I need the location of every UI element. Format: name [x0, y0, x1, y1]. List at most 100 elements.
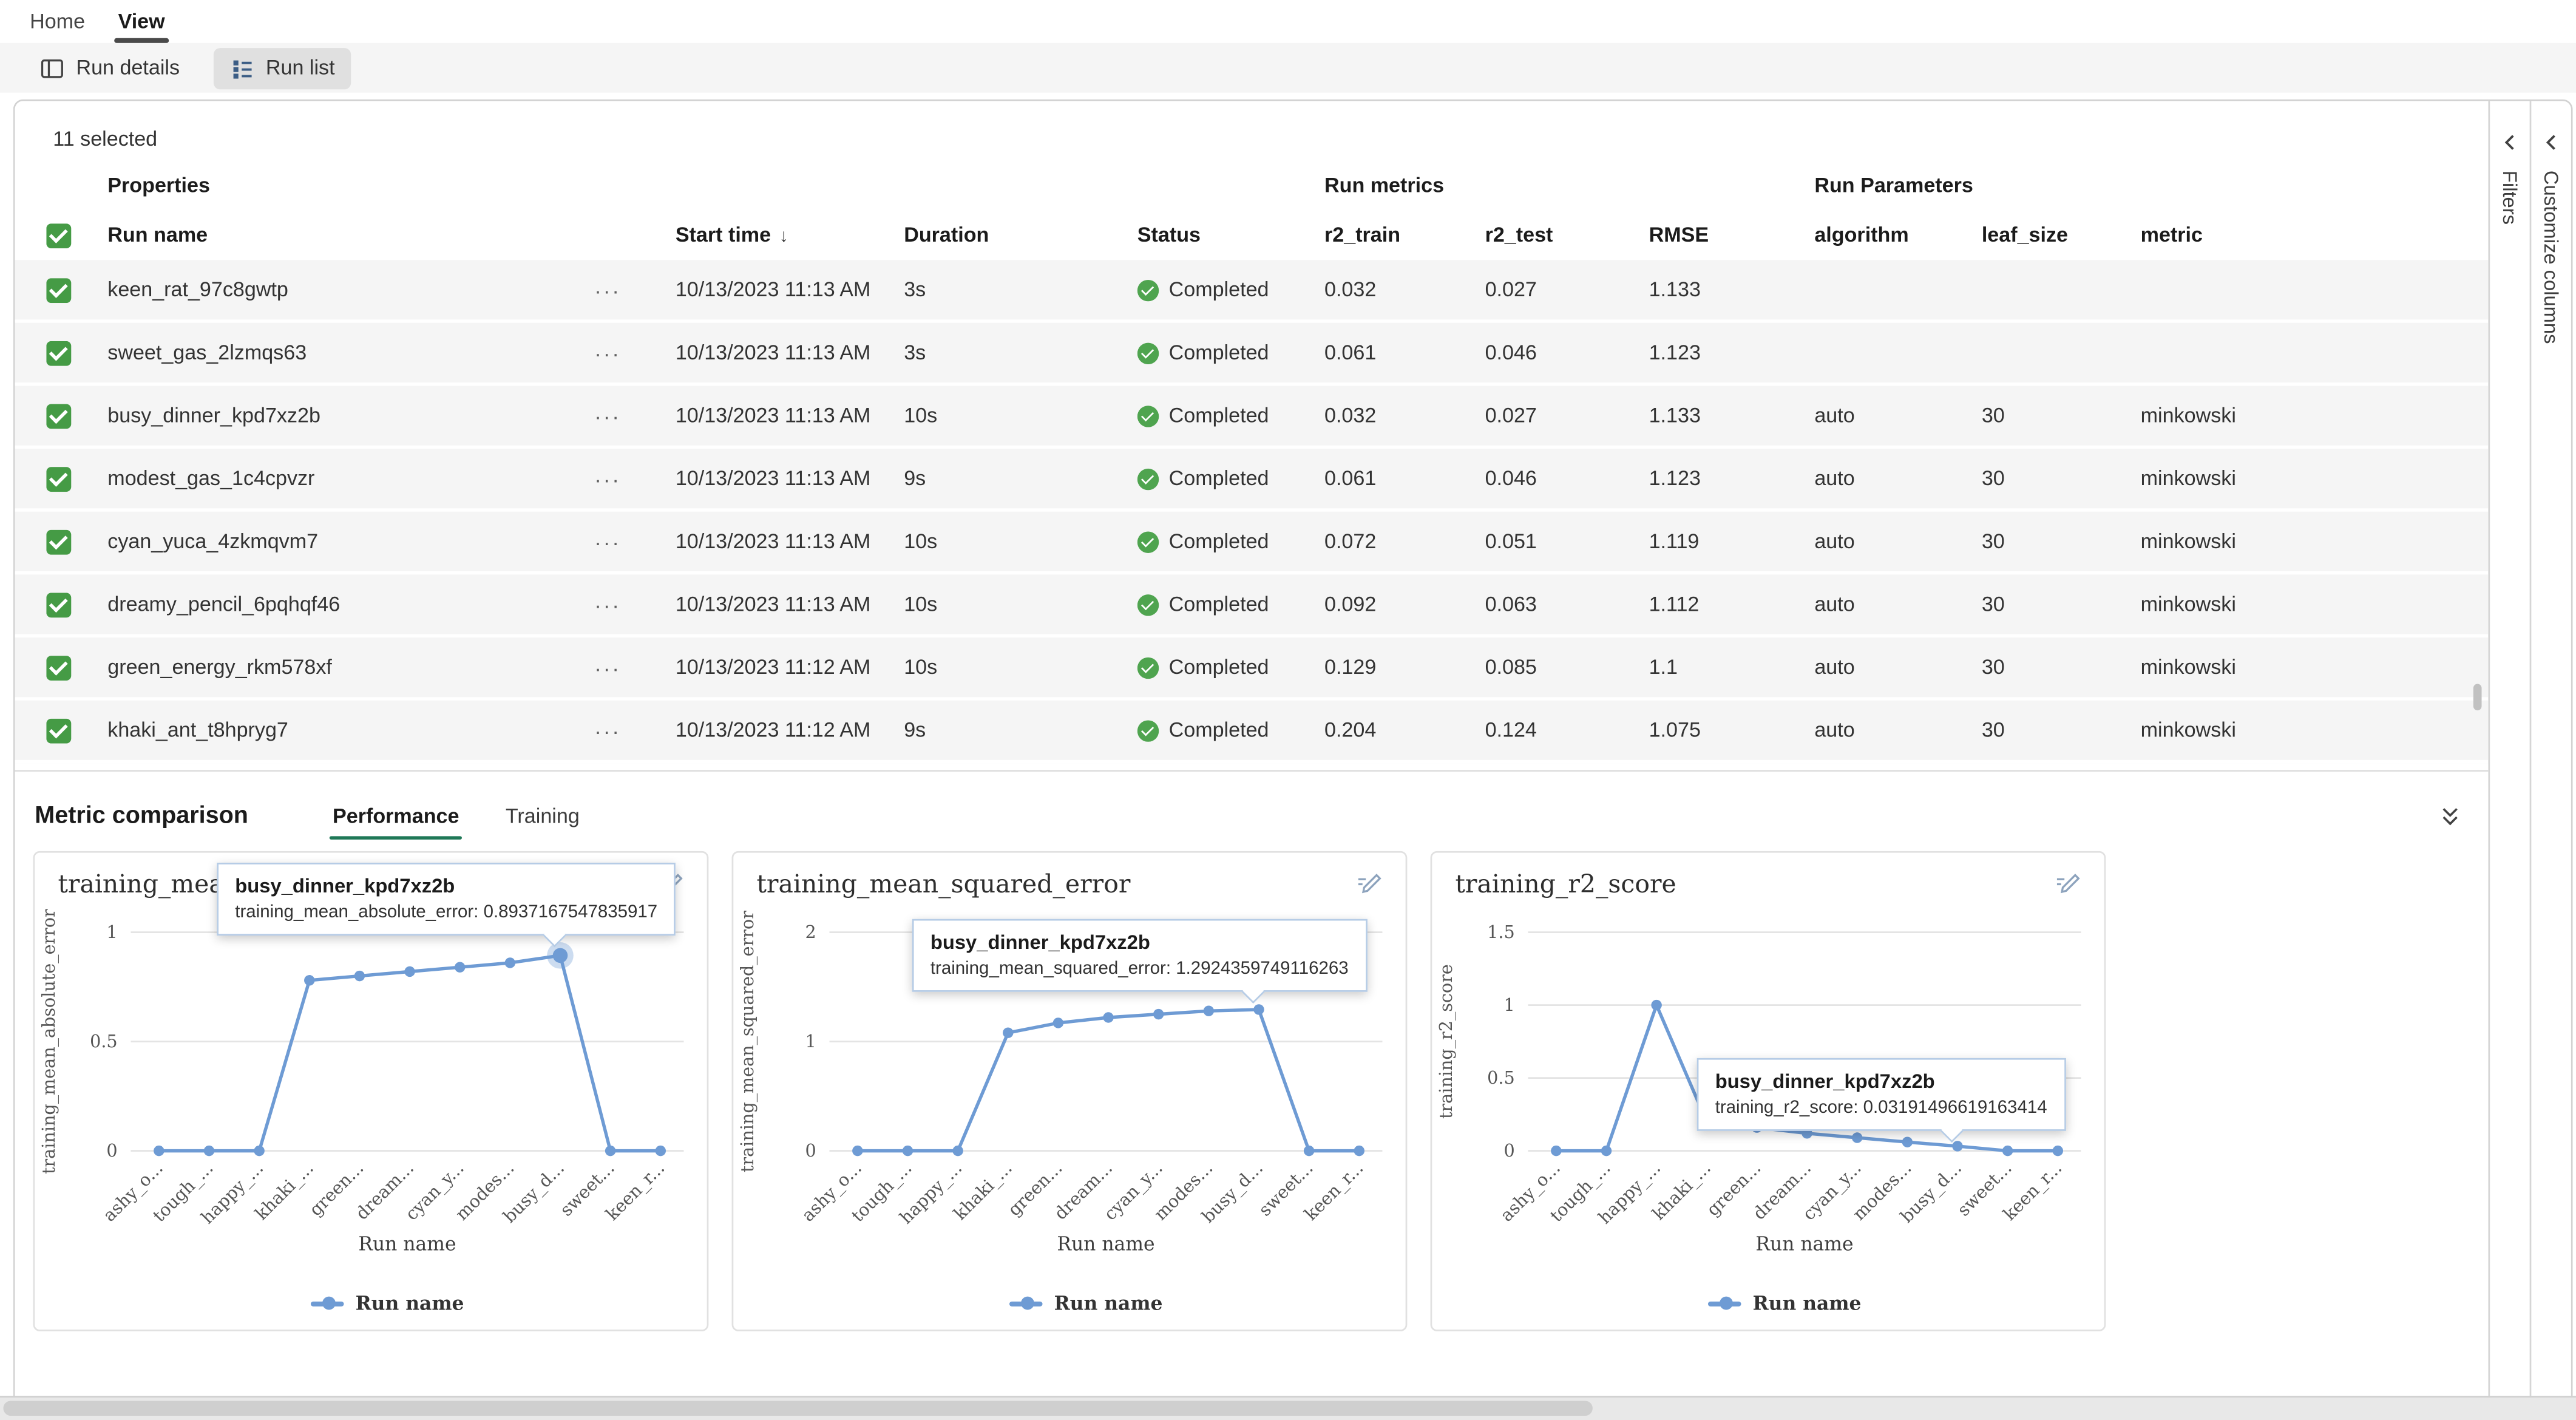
customize-columns-panel[interactable]: Customize columns [2530, 101, 2571, 1398]
start-time-cell: 10/13/2023 11:13 AM [676, 341, 904, 364]
col-r2-train[interactable]: r2_train [1324, 223, 1485, 246]
table-row[interactable]: busy_dinner_kpd7xz2b ··· 10/13/2023 11:1… [15, 386, 2489, 449]
tab-home[interactable]: Home [13, 0, 101, 43]
run-details-button[interactable]: Run details [23, 47, 196, 89]
run-name-cell[interactable]: sweet_gas_2lzmqs63 [107, 341, 594, 364]
status-label: Completed [1169, 278, 1269, 301]
r2-train-cell: 0.072 [1324, 530, 1485, 553]
col-status[interactable]: Status [1137, 223, 1324, 246]
svg-text:training_mean_absolute_error: training_mean_absolute_error [38, 909, 59, 1174]
row-checkbox[interactable] [46, 341, 71, 365]
top-tab-bar: Home View [0, 0, 2576, 43]
view-toolbar: Run details Run list [0, 43, 2576, 93]
start-time-cell: 10/13/2023 11:12 AM [676, 719, 904, 742]
metric-cell: minkowski [2141, 404, 2489, 427]
r2-test-cell: 0.124 [1485, 719, 1649, 742]
edit-chart-icon[interactable] [2055, 869, 2084, 904]
run-name-cell[interactable]: busy_dinner_kpd7xz2b [107, 404, 594, 427]
row-checkbox[interactable] [46, 277, 71, 302]
run-name-cell[interactable]: modest_gas_1c4cpvzr [107, 467, 594, 490]
run-name-cell[interactable]: dreamy_pencil_6pqhqf46 [107, 593, 594, 616]
col-run-name[interactable]: Run name [107, 223, 594, 246]
tooltip-run-name: busy_dinner_kpd7xz2b [1715, 1070, 2047, 1093]
row-checkbox[interactable] [46, 529, 71, 554]
column-group-header-row: Properties Run metrics Run Parameters [15, 174, 2489, 203]
svg-text:1: 1 [106, 922, 117, 942]
row-more-button[interactable]: ··· [594, 277, 676, 302]
rmse-cell: 1.075 [1649, 719, 1815, 742]
col-metric[interactable]: metric [2141, 223, 2489, 246]
status-cell: Completed [1137, 341, 1324, 364]
legend-line-marker-icon [311, 1300, 344, 1305]
edit-chart-icon[interactable] [1356, 869, 1386, 904]
run-list-button[interactable]: Run list [213, 47, 351, 89]
col-duration[interactable]: Duration [904, 223, 1137, 246]
tab-training[interactable]: Training [490, 795, 594, 838]
metric-cell: minkowski [2141, 719, 2489, 742]
row-more-button[interactable]: ··· [594, 718, 676, 742]
col-rmse[interactable]: RMSE [1649, 223, 1815, 246]
row-more-button[interactable]: ··· [594, 341, 676, 365]
table-row[interactable]: modest_gas_1c4cpvzr ··· 10/13/2023 11:13… [15, 449, 2489, 512]
svg-text:Run name: Run name [1755, 1233, 1853, 1255]
svg-text:0: 0 [805, 1140, 816, 1161]
filters-panel[interactable]: Filters [2488, 101, 2529, 1398]
table-row[interactable]: sweet_gas_2lzmqs63 ··· 10/13/2023 11:13 … [15, 323, 2489, 386]
row-checkbox[interactable] [46, 466, 71, 491]
tab-performance[interactable]: Performance [317, 795, 474, 838]
chart-legend[interactable]: Run name [1708, 1291, 1862, 1314]
col-algorithm[interactable]: algorithm [1814, 223, 1981, 246]
table-row[interactable]: dreamy_pencil_6pqhqf46 ··· 10/13/2023 11… [15, 574, 2489, 637]
col-r2-test[interactable]: r2_test [1485, 223, 1649, 246]
table-row[interactable]: cyan_yuca_4zkmqvm7 ··· 10/13/2023 11:13 … [15, 512, 2489, 575]
table-row[interactable]: khaki_ant_t8hpryg7 ··· 10/13/2023 11:12 … [15, 701, 2489, 764]
run-name-cell[interactable]: green_energy_rkm578xf [107, 656, 594, 679]
table-header-row: Run name Start time↓ Duration Status r2_… [15, 210, 2489, 260]
svg-text:Run name: Run name [358, 1233, 456, 1255]
status-label: Completed [1169, 719, 1269, 742]
legend-label: Run name [1753, 1291, 1862, 1314]
row-more-button[interactable]: ··· [594, 592, 676, 617]
run-name-cell[interactable]: cyan_yuca_4zkmqvm7 [107, 530, 594, 553]
svg-text:0.5: 0.5 [1487, 1067, 1515, 1088]
algorithm-cell: auto [1814, 404, 1981, 427]
table-row[interactable]: green_energy_rkm578xf ··· 10/13/2023 11:… [15, 637, 2489, 701]
duration-cell: 10s [904, 656, 1137, 679]
table-row[interactable]: keen_rat_97c8gwtp ··· 10/13/2023 11:13 A… [15, 260, 2489, 323]
row-checkbox[interactable] [46, 403, 71, 428]
customize-columns-label: Customize columns [2540, 171, 2563, 344]
row-checkbox[interactable] [46, 718, 71, 742]
algorithm-cell: auto [1814, 656, 1981, 679]
status-cell: Completed [1137, 593, 1324, 616]
select-all-checkbox[interactable] [46, 223, 71, 248]
row-more-button[interactable]: ··· [594, 655, 676, 680]
run-name-cell[interactable]: khaki_ant_t8hpryg7 [107, 719, 594, 742]
row-checkbox[interactable] [46, 655, 71, 680]
status-cell: Completed [1137, 404, 1324, 427]
row-more-button[interactable]: ··· [594, 529, 676, 554]
table-scrollbar[interactable] [2473, 684, 2482, 710]
row-checkbox[interactable] [46, 592, 71, 617]
chart-plot-mae[interactable]: 00.51training_mean_absolute_errorashy_o.… [35, 909, 707, 1326]
start-time-cell: 10/13/2023 11:13 AM [676, 467, 904, 490]
duration-cell: 3s [904, 278, 1137, 301]
leaf-size-cell: 30 [1982, 593, 2141, 616]
row-more-button[interactable]: ··· [594, 466, 676, 491]
chevron-left-icon [2501, 131, 2518, 160]
collapse-section-icon[interactable] [2439, 805, 2462, 828]
status-cell: Completed [1137, 278, 1324, 301]
rmse-cell: 1.112 [1649, 593, 1815, 616]
run-name-cell[interactable]: keen_rat_97c8gwtp [107, 278, 594, 301]
horizontal-scrollbar[interactable] [0, 1396, 2576, 1420]
row-more-button[interactable]: ··· [594, 403, 676, 428]
tab-view[interactable]: View [101, 0, 181, 43]
chart-legend[interactable]: Run name [311, 1291, 464, 1314]
chart-legend[interactable]: Run name [1009, 1291, 1163, 1314]
horizontal-scrollbar-thumb[interactable] [3, 1401, 1592, 1416]
status-label: Completed [1169, 656, 1269, 679]
chart-title: training_r2_score [1455, 869, 1676, 899]
col-start-time[interactable]: Start time↓ [676, 223, 904, 246]
col-leaf-size[interactable]: leaf_size [1982, 223, 2141, 246]
r2-test-cell: 0.051 [1485, 530, 1649, 553]
run-list-label: Run list [266, 56, 335, 80]
